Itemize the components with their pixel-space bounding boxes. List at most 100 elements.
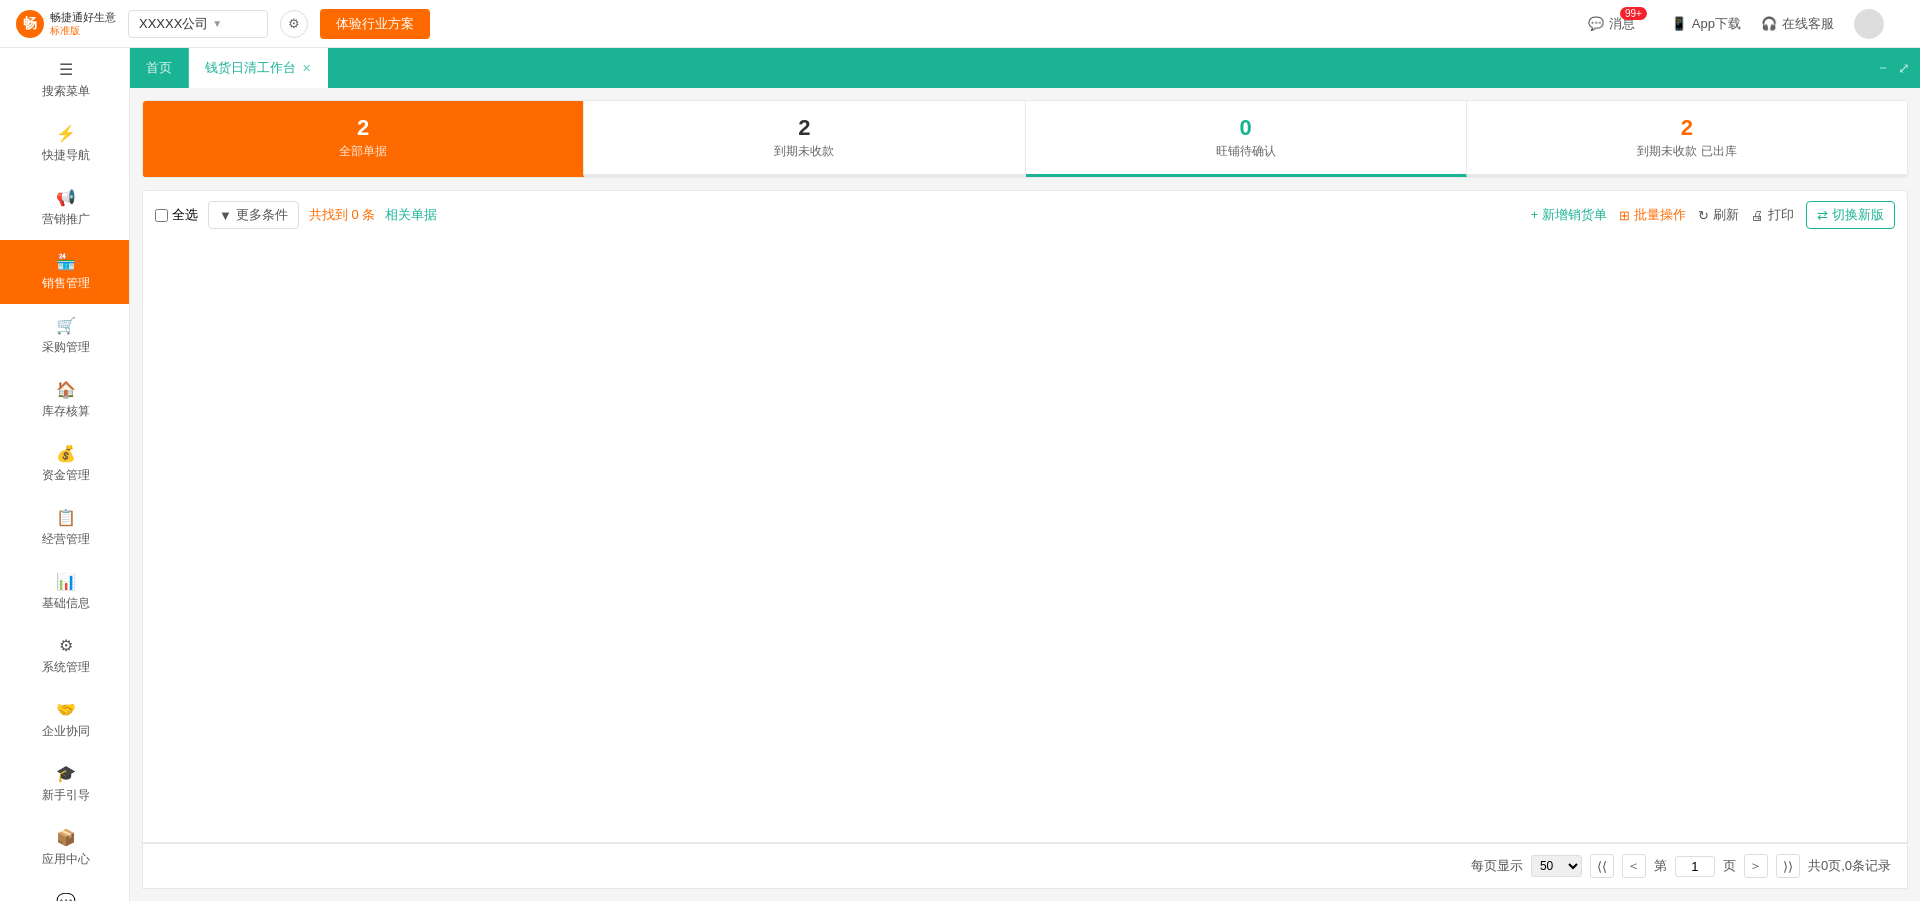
select-all-checkbox[interactable]: 全选 xyxy=(155,206,198,224)
sidebar-item-operations[interactable]: 📋 经营管理 xyxy=(0,496,129,560)
wechat-icon: 💬 xyxy=(56,892,76,901)
sales-icon: 🏪 xyxy=(56,252,76,271)
page-content: 2 全部单据 2 到期未收款 0 旺铺待确认 2 到期未收款 已出库 xyxy=(130,88,1920,901)
page-label: 第 xyxy=(1654,857,1667,875)
sidebar-item-enterprise[interactable]: 🤝 企业协同 xyxy=(0,688,129,752)
app-download-icon: 📱 xyxy=(1671,16,1687,31)
batch-operation-button[interactable]: ⊞ 批量操作 xyxy=(1619,206,1686,224)
top-header: 畅 畅捷通好生意 标准版 XXXXX公司 ▼ ⚙ 体验行业方案 💬 消息 99+… xyxy=(0,0,1920,48)
sidebar-item-wechat[interactable]: 💬 企业微信 xyxy=(0,880,129,901)
purchase-icon: 🛒 xyxy=(56,316,76,335)
pagination: 每页显示 50 20 100 200 ⟨⟨ ＜ 第 页 ＞ ⟩⟩ 共0页,0条记… xyxy=(142,843,1908,889)
page-number-input[interactable] xyxy=(1675,856,1715,877)
found-unit: 条 xyxy=(362,207,375,222)
sidebar-item-finance[interactable]: 💰 资金管理 xyxy=(0,432,129,496)
sidebar-label-sales: 销售管理 xyxy=(42,275,90,292)
add-sale-order-button[interactable]: + 新增销货单 xyxy=(1531,206,1607,224)
tab-workbench[interactable]: 钱货日清工作台 ✕ xyxy=(189,48,328,88)
switch-label: 切换新版 xyxy=(1832,206,1884,224)
select-all-input[interactable] xyxy=(155,209,168,222)
logo-line2: 标准版 xyxy=(50,24,116,37)
batch-icon: ⊞ xyxy=(1619,208,1630,223)
online-service-icon: 🎧 xyxy=(1761,16,1777,31)
experience-button[interactable]: 体验行业方案 xyxy=(320,9,430,39)
stat-card-wangpu[interactable]: 0 旺铺待确认 xyxy=(1026,101,1467,177)
found-prefix: 共找到 xyxy=(309,207,348,222)
filter-button[interactable]: ▼ 更多条件 xyxy=(208,201,299,229)
sidebar-label-operations: 经营管理 xyxy=(42,531,90,548)
company-selector[interactable]: XXXXX公司 ▼ xyxy=(128,10,268,38)
app-download-label: App下载 xyxy=(1692,15,1741,33)
logo-icon: 畅 xyxy=(16,10,44,38)
sidebar-item-inventory[interactable]: 🏠 库存核算 xyxy=(0,368,129,432)
logo-line1: 畅捷通好生意 xyxy=(50,10,116,24)
sidebar-label-app-center: 应用中心 xyxy=(42,851,90,868)
stat-card-shipped[interactable]: 2 到期未收款 已出库 xyxy=(1467,101,1907,177)
filter-label: 更多条件 xyxy=(236,206,288,224)
sidebar-item-app-center[interactable]: 📦 应用中心 xyxy=(0,816,129,880)
sidebar-item-sales[interactable]: 🏪 销售管理 xyxy=(0,240,129,304)
tab-close-icon[interactable]: ✕ xyxy=(302,62,311,75)
stat-card-overdue[interactable]: 2 到期未收款 xyxy=(584,101,1025,177)
stat-label-shipped: 到期未收款 已出库 xyxy=(1487,143,1887,160)
quick-nav-icon: ⚡ xyxy=(56,124,76,143)
sidebar-item-marketing[interactable]: 📢 营销推广 xyxy=(0,176,129,240)
sidebar-label-guide: 新手引导 xyxy=(42,787,90,804)
found-text: 共找到 0 条 xyxy=(309,206,375,224)
search-menu-icon: ☰ xyxy=(59,60,73,79)
prev-page-button[interactable]: ＜ xyxy=(1622,854,1646,878)
refresh-button[interactable]: ↻ 刷新 xyxy=(1698,206,1739,224)
print-label: 打印 xyxy=(1768,206,1794,224)
stats-cards: 2 全部单据 2 到期未收款 0 旺铺待确认 2 到期未收款 已出库 xyxy=(142,100,1908,178)
header-left: 畅 畅捷通好生意 标准版 XXXXX公司 ▼ ⚙ 体验行业方案 xyxy=(16,9,430,39)
sidebar-item-purchase[interactable]: 🛒 采购管理 xyxy=(0,304,129,368)
next-page-button[interactable]: ＞ xyxy=(1744,854,1768,878)
message-icon: 💬 xyxy=(1588,16,1604,31)
sidebar-label-finance: 资金管理 xyxy=(42,467,90,484)
tab-minimize-icon[interactable]: － xyxy=(1876,59,1890,77)
select-all-label: 全选 xyxy=(172,206,198,224)
sidebar-item-basic-info[interactable]: 📊 基础信息 xyxy=(0,560,129,624)
message-action[interactable]: 💬 消息 99+ xyxy=(1588,15,1635,33)
main-layout: ☰ 搜索菜单 ⚡ 快捷导航 📢 营销推广 🏪 销售管理 🛒 采购管理 🏠 库存核… xyxy=(0,48,1920,901)
total-text: 共0页,0条记录 xyxy=(1808,857,1891,875)
toolbar-right: + 新增销货单 ⊞ 批量操作 ↻ 刷新 🖨 打印 ⇄ xyxy=(1531,201,1895,229)
per-page-select[interactable]: 50 20 100 200 xyxy=(1531,855,1582,877)
tab-home[interactable]: 首页 xyxy=(130,48,189,88)
sidebar-label-purchase: 采购管理 xyxy=(42,339,90,356)
sidebar-item-search[interactable]: ☰ 搜索菜单 xyxy=(0,48,129,112)
tab-bar: 首页 钱货日清工作台 ✕ － ⤢ xyxy=(130,48,1920,88)
switch-icon: ⇄ xyxy=(1817,208,1828,223)
last-page-button[interactable]: ⟩⟩ xyxy=(1776,854,1800,878)
basic-info-icon: 📊 xyxy=(56,572,76,591)
company-dropdown-arrow: ▼ xyxy=(212,18,222,29)
related-records-link[interactable]: 相关单据 xyxy=(385,206,437,224)
header-right: 💬 消息 99+ 📱 App下载 🎧 在线客服 xyxy=(1588,9,1904,39)
stat-label-all: 全部单据 xyxy=(163,143,563,160)
company-name: XXXXX公司 xyxy=(139,15,208,33)
inventory-icon: 🏠 xyxy=(56,380,76,399)
online-service-action[interactable]: 🎧 在线客服 xyxy=(1761,15,1834,33)
sidebar-label-inventory: 库存核算 xyxy=(42,403,90,420)
marketing-icon: 📢 xyxy=(56,188,76,207)
settings-icon: ⚙ xyxy=(288,16,300,31)
stat-card-all[interactable]: 2 全部单据 xyxy=(143,101,584,177)
content-area: 首页 钱货日清工作台 ✕ － ⤢ 2 全部单据 2 到期未收款 xyxy=(130,48,1920,901)
avatar[interactable] xyxy=(1854,9,1884,39)
refresh-label: 刷新 xyxy=(1713,206,1739,224)
stat-num-all: 2 xyxy=(163,115,563,141)
sidebar-label-quick-nav: 快捷导航 xyxy=(42,147,90,164)
app-download-action[interactable]: 📱 App下载 xyxy=(1671,15,1741,33)
switch-version-button[interactable]: ⇄ 切换新版 xyxy=(1806,201,1895,229)
sidebar-label-marketing: 营销推广 xyxy=(42,211,90,228)
sidebar-item-quick-nav[interactable]: ⚡ 快捷导航 xyxy=(0,112,129,176)
first-page-button[interactable]: ⟨⟨ xyxy=(1590,854,1614,878)
toolbar: 全选 ▼ 更多条件 共找到 0 条 相关单据 + 新增销货单 xyxy=(142,190,1908,239)
tab-home-label: 首页 xyxy=(146,59,172,77)
sidebar-item-system[interactable]: ⚙ 系统管理 xyxy=(0,624,129,688)
sidebar-label-enterprise: 企业协同 xyxy=(42,723,90,740)
print-button[interactable]: 🖨 打印 xyxy=(1751,206,1794,224)
settings-button[interactable]: ⚙ xyxy=(280,10,308,38)
sidebar-item-guide[interactable]: 🎓 新手引导 xyxy=(0,752,129,816)
tab-expand-icon[interactable]: ⤢ xyxy=(1898,60,1910,76)
